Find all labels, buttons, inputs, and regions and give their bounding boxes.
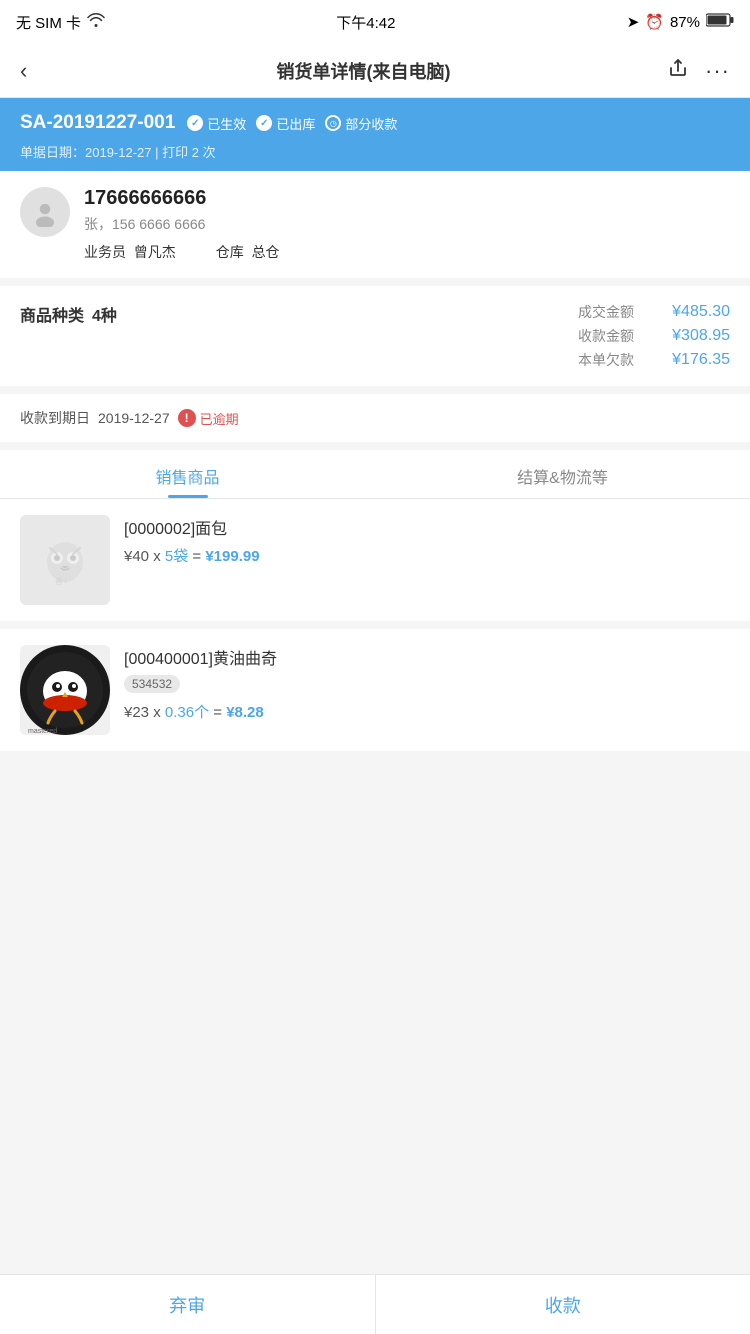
staff-name: 曾凡杰 [134, 244, 176, 260]
cancel-button[interactable]: 弃审 [0, 1275, 375, 1334]
summary-section: 商品种类 4种 成交金额 ¥485.30 收款金额 ¥308.95 本单欠款 ¥… [0, 286, 750, 394]
received-amount-row: 收款金额 ¥308.95 [578, 326, 730, 346]
svg-text:善+: 善+ [55, 576, 68, 586]
share-icon[interactable] [667, 57, 689, 84]
status-shipped: ✓ 已出库 [256, 114, 315, 133]
product-name-1: [0000002]面包 [124, 515, 730, 539]
customer-section: 17666666666 张，156 6666 6666 业务员 曾凡杰 仓库 总… [0, 171, 750, 286]
battery-text: 87% [670, 14, 700, 31]
customer-name: 张，156 6666 6666 [84, 214, 730, 234]
tab-settlement[interactable]: 结算&物流等 [375, 450, 750, 498]
status-partial-payment: ◷ 部分收款 [325, 114, 397, 133]
wifi-icon [87, 13, 105, 31]
product-price-2: ¥23 x 0.36个 = ¥8.28 [124, 701, 730, 722]
overdue-icon: ! [178, 409, 196, 427]
tab-products[interactable]: 销售商品 [0, 450, 375, 498]
status-left: 无 SIM 卡 [16, 12, 105, 33]
amount-info: 成交金额 ¥485.30 收款金额 ¥308.95 本单欠款 ¥176.35 [578, 302, 730, 370]
bottom-bar: 弃审 收款 [0, 1274, 750, 1334]
carrier-text: 无 SIM 卡 [16, 12, 81, 33]
product-thumbnail-1: 善+ [20, 515, 110, 605]
product-info-1: [0000002]面包 ¥40 x 5袋 = ¥199.99 [124, 515, 730, 566]
product-list: 善+ [0000002]面包 ¥40 x 5袋 = ¥199.99 [0, 499, 750, 829]
nav-bar: ‹ 销货单详情(来自电脑) ··· [0, 44, 750, 98]
due-date-value: 2019-12-27 [98, 410, 170, 426]
confirm-button[interactable]: 收款 [375, 1275, 750, 1334]
status-right: ➤ ⏰ 87% [627, 13, 734, 31]
list-item: 善+ [0000002]面包 ¥40 x 5袋 = ¥199.99 [0, 499, 750, 621]
location-icon: ➤ [627, 13, 640, 31]
check-icon-1: ✓ [187, 115, 203, 131]
check-icon-2: ✓ [256, 115, 272, 131]
received-amount-label: 收款金额 [578, 326, 634, 346]
page-title: 销货单详情(来自电脑) [60, 58, 667, 84]
debt-row: 本单欠款 ¥176.35 [578, 350, 730, 370]
customer-phone: 17666666666 [84, 187, 730, 210]
order-id: SA-20191227-001 [20, 112, 175, 134]
overdue-text: 已逾期 [200, 409, 239, 428]
staff-label: 业务员 曾凡杰 [84, 242, 176, 262]
alarm-icon: ⏰ [645, 13, 664, 31]
deal-amount-value: ¥485.30 [650, 303, 730, 321]
nav-actions: ··· [667, 57, 730, 84]
warehouse-label: 仓库 总仓 [216, 242, 280, 262]
product-name-2: [000400001]黄油曲奇 [124, 645, 730, 669]
status-tags: ✓ 已生效 ✓ 已出库 ◷ 部分收款 [187, 114, 397, 133]
clock-icon: ◷ [325, 115, 341, 131]
status-time: 下午4:42 [336, 12, 395, 33]
debt-label: 本单欠款 [578, 350, 634, 370]
received-amount-value: ¥308.95 [650, 327, 730, 345]
status-activated: ✓ 已生效 [187, 114, 246, 133]
debt-value: ¥176.35 [650, 351, 730, 369]
category-count: 4种 [92, 302, 117, 326]
order-banner: SA-20191227-001 ✓ 已生效 ✓ 已出库 ◷ 部分收款 单据日期：… [0, 98, 750, 171]
product-price-1: ¥40 x 5袋 = ¥199.99 [124, 545, 730, 566]
warehouse-name: 总仓 [252, 244, 280, 260]
product-sku-badge: 534532 [124, 675, 180, 693]
back-button[interactable]: ‹ [20, 58, 60, 84]
order-date-info: 单据日期：2019-12-27 | 打印 2 次 [20, 142, 730, 161]
product-thumbnail-2: mastered [20, 645, 110, 735]
customer-meta: 业务员 曾凡杰 仓库 总仓 [84, 242, 730, 262]
due-section: 收款到期日 2019-12-27 ! 已逾期 [0, 394, 750, 450]
overdue-badge: ! 已逾期 [178, 409, 239, 428]
battery-icon [706, 13, 734, 31]
due-date-label: 收款到期日 [20, 408, 90, 428]
tabs-section: 销售商品 结算&物流等 [0, 450, 750, 499]
category-label: 商品种类 [20, 302, 84, 326]
status-bar: 无 SIM 卡 下午4:42 ➤ ⏰ 87% [0, 0, 750, 44]
category-info: 商品种类 4种 [20, 302, 117, 326]
svg-text:mastered: mastered [28, 728, 57, 735]
more-icon[interactable]: ··· [705, 58, 730, 84]
customer-avatar [20, 187, 70, 237]
customer-info: 17666666666 张，156 6666 6666 业务员 曾凡杰 仓库 总… [84, 187, 730, 262]
deal-amount-row: 成交金额 ¥485.30 [578, 302, 730, 322]
list-item: mastered [000400001]黄油曲奇 534532 ¥23 x 0.… [0, 629, 750, 751]
deal-amount-label: 成交金额 [578, 302, 634, 322]
product-info-2: [000400001]黄油曲奇 534532 ¥23 x 0.36个 = ¥8.… [124, 645, 730, 722]
